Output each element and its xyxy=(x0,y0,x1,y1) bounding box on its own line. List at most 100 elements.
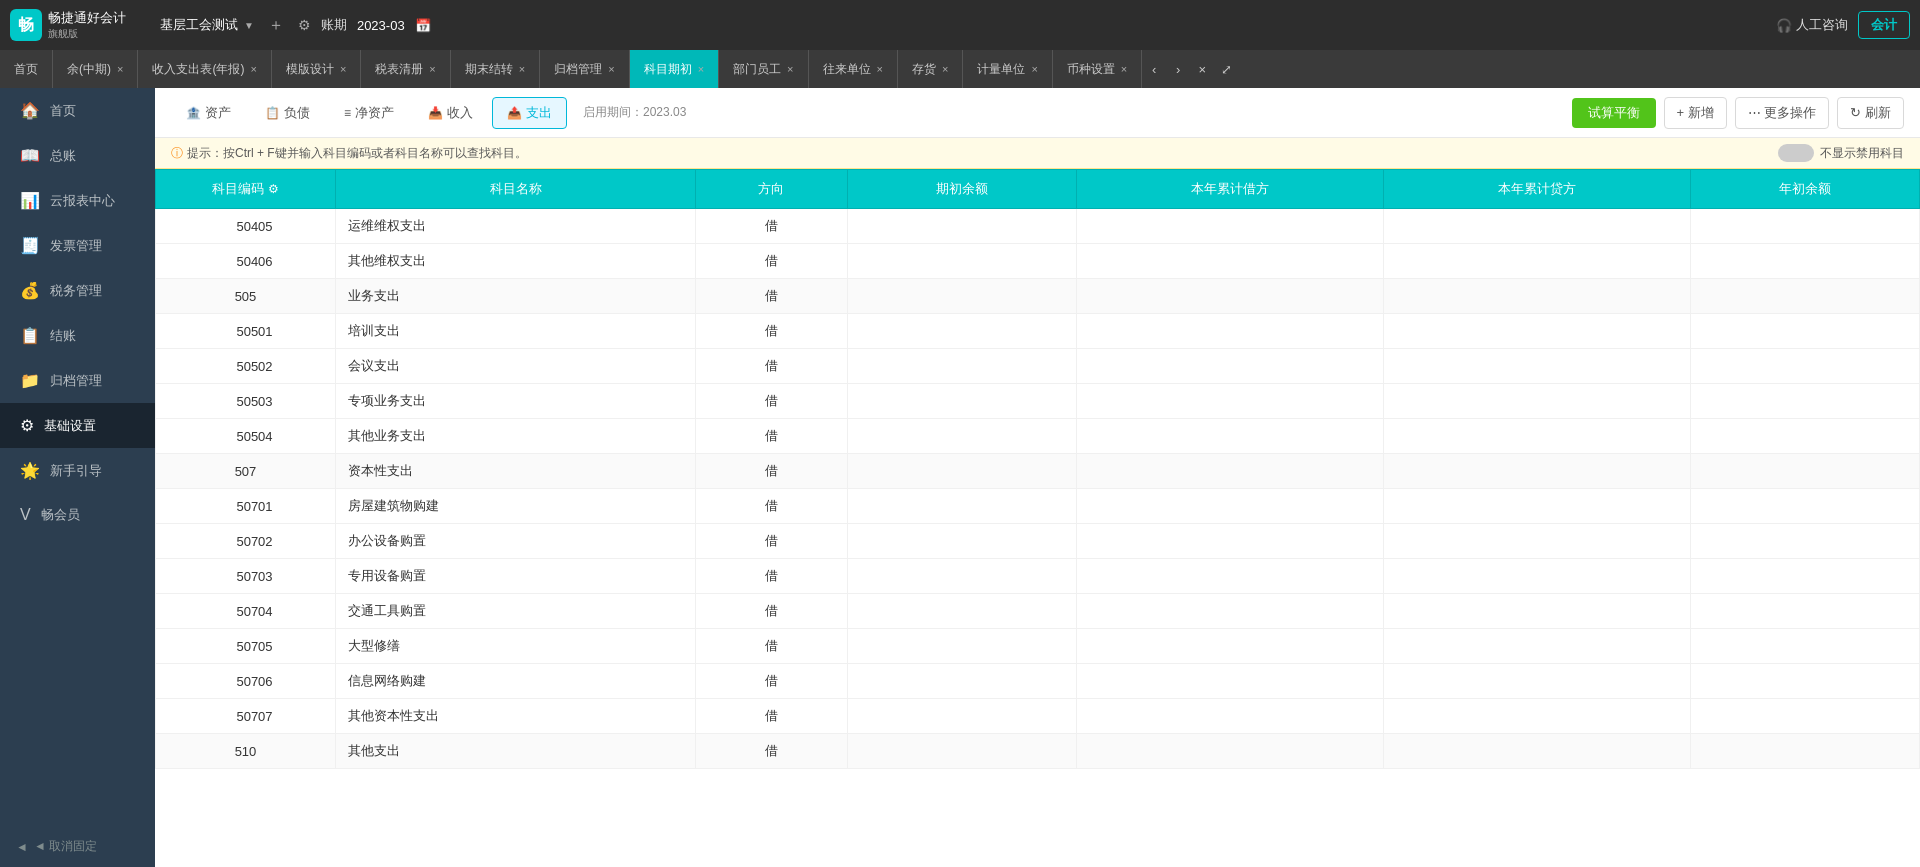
tab-archive_mgmt[interactable]: 归档管理× xyxy=(540,50,629,88)
sub-tab-net_asset[interactable]: ≡净资产 xyxy=(329,97,409,129)
sub-tab-income_tab[interactable]: 📥收入 xyxy=(413,97,488,129)
cell-direction-4: 借 xyxy=(696,349,848,384)
tab-subject_init[interactable]: 科目期初× xyxy=(630,50,719,88)
liability-tab-icon: 📋 xyxy=(265,106,280,120)
cell-opening_balance-4 xyxy=(847,349,1076,384)
column-settings-icon[interactable]: ⚙ xyxy=(268,182,279,196)
th-name: 科目名称 xyxy=(336,170,696,209)
tab-close-template[interactable]: × xyxy=(340,63,346,75)
tab-dept_staff[interactable]: 部门员工× xyxy=(719,50,808,88)
table-row[interactable]: 50503专项业务支出借 xyxy=(156,384,1920,419)
cell-year_opening-4 xyxy=(1690,349,1919,384)
table-row[interactable]: 50406其他维权支出借 xyxy=(156,244,1920,279)
user-role-button[interactable]: 会计 xyxy=(1858,11,1910,39)
cell-direction-12: 借 xyxy=(696,629,848,664)
tab-tax[interactable]: 税表清册× xyxy=(361,50,450,88)
tab-close-all-button[interactable]: × xyxy=(1190,50,1214,88)
table-row[interactable]: 50501培训支出借 xyxy=(156,314,1920,349)
table-row[interactable]: 50703专用设备购置借 xyxy=(156,559,1920,594)
sidebar-item-archive[interactable]: 📁归档管理 xyxy=(0,358,155,403)
cell-ytd_debit-7 xyxy=(1077,454,1384,489)
table-row[interactable]: 507资本性支出借 xyxy=(156,454,1920,489)
sub-tab-label-asset: 资产 xyxy=(205,104,231,122)
tab-next-button[interactable]: › xyxy=(1166,50,1190,88)
add-tab-button[interactable]: ＋ xyxy=(268,15,284,36)
cell-year_opening-7 xyxy=(1690,454,1919,489)
refresh-button[interactable]: ↻ 刷新 xyxy=(1837,97,1904,129)
table-row[interactable]: 50706信息网络购建借 xyxy=(156,664,1920,699)
sidebar-item-home[interactable]: 🏠首页 xyxy=(0,88,155,133)
tab-close-contacts[interactable]: × xyxy=(877,63,883,75)
sidebar-item-tax[interactable]: 💰税务管理 xyxy=(0,268,155,313)
sidebar-item-checkout[interactable]: 📋结账 xyxy=(0,313,155,358)
cell-name-10: 专用设备购置 xyxy=(336,559,696,594)
tab-home[interactable]: 首页 xyxy=(0,50,53,88)
toggle-disabled-subjects[interactable] xyxy=(1778,144,1814,162)
tab-template[interactable]: 模版设计× xyxy=(272,50,361,88)
sidebar-item-vip[interactable]: V畅会员 xyxy=(0,493,155,537)
ledger-icon: 📖 xyxy=(20,146,40,165)
sidebar-item-ledger[interactable]: 📖总账 xyxy=(0,133,155,178)
table-row[interactable]: 50405运维维权支出借 xyxy=(156,209,1920,244)
logo-text: 畅捷通好会计 旗舰版 xyxy=(48,9,126,41)
table-row[interactable]: 50707其他资本性支出借 xyxy=(156,699,1920,734)
table-row[interactable]: 50705大型修缮借 xyxy=(156,629,1920,664)
sub-tab-liability[interactable]: 📋负债 xyxy=(250,97,325,129)
tab-inventory[interactable]: 存货× xyxy=(898,50,963,88)
more-button[interactable]: ⋯ 更多操作 xyxy=(1735,97,1830,129)
company-selector[interactable]: 基层工会测试 ▼ xyxy=(160,16,254,34)
tab-close-currency[interactable]: × xyxy=(1121,63,1127,75)
support-button[interactable]: 🎧 人工咨询 xyxy=(1776,16,1848,34)
sidebar-item-guide[interactable]: 🌟新手引导 xyxy=(0,448,155,493)
tab-prev-button[interactable]: ‹ xyxy=(1142,50,1166,88)
tab-close-archive_mgmt[interactable]: × xyxy=(608,63,614,75)
sidebar-item-settings[interactable]: ⚙基础设置 xyxy=(0,403,155,448)
cell-direction-6: 借 xyxy=(696,419,848,454)
table-row[interactable]: 50704交通工具购置借 xyxy=(156,594,1920,629)
balance-button[interactable]: 试算平衡 xyxy=(1572,98,1656,128)
table-row[interactable]: 50702办公设备购置借 xyxy=(156,524,1920,559)
sidebar-collapse-button[interactable]: ◄ ◄ 取消固定 xyxy=(0,826,155,867)
cell-direction-7: 借 xyxy=(696,454,848,489)
settings-icon[interactable]: ⚙ xyxy=(298,17,311,33)
cell-ytd_debit-2 xyxy=(1077,279,1384,314)
cell-code-6: 50504 xyxy=(156,419,336,454)
cell-name-9: 办公设备购置 xyxy=(336,524,696,559)
table-row[interactable]: 510其他支出借 xyxy=(156,734,1920,769)
tab-close-subject_init[interactable]: × xyxy=(698,63,704,75)
cell-ytd_debit-14 xyxy=(1077,699,1384,734)
table-row[interactable]: 50502会议支出借 xyxy=(156,349,1920,384)
cell-year_opening-6 xyxy=(1690,419,1919,454)
tab-income[interactable]: 收入支出表(年报)× xyxy=(138,50,271,88)
table-row[interactable]: 50701房屋建筑物购建借 xyxy=(156,489,1920,524)
table-row[interactable]: 505业务支出借 xyxy=(156,279,1920,314)
tab-currency[interactable]: 币种设置× xyxy=(1053,50,1142,88)
th-ytd_debit: 本年累计借方 xyxy=(1077,170,1384,209)
add-button[interactable]: + 新增 xyxy=(1664,97,1727,129)
sub-tabs: 🏦资产📋负债≡净资产📥收入📤支出 xyxy=(171,97,567,129)
cell-ytd_credit-14 xyxy=(1383,699,1690,734)
sidebar-item-reports[interactable]: 📊云报表中心 xyxy=(0,178,155,223)
calendar-icon[interactable]: 📅 xyxy=(415,18,431,33)
cell-ytd_debit-1 xyxy=(1077,244,1384,279)
sub-tab-expense[interactable]: 📤支出 xyxy=(492,97,567,129)
tab-close-balance_mid[interactable]: × xyxy=(117,63,123,75)
sub-tab-label-net_asset: 净资产 xyxy=(355,104,394,122)
tab-balance_mid[interactable]: 余(中期)× xyxy=(53,50,138,88)
tab-close-period_end[interactable]: × xyxy=(519,63,525,75)
tab-contacts[interactable]: 往来单位× xyxy=(809,50,898,88)
sidebar-item-invoice[interactable]: 🧾发票管理 xyxy=(0,223,155,268)
tab-period_end[interactable]: 期末结转× xyxy=(451,50,540,88)
tab-expand-button[interactable]: ⤢ xyxy=(1214,50,1238,88)
sub-tab-asset[interactable]: 🏦资产 xyxy=(171,97,246,129)
cell-ytd_credit-10 xyxy=(1383,559,1690,594)
cell-code-3: 50501 xyxy=(156,314,336,349)
table-row[interactable]: 50504其他业务支出借 xyxy=(156,419,1920,454)
tab-close-income[interactable]: × xyxy=(250,63,256,75)
tab-unit[interactable]: 计量单位× xyxy=(963,50,1052,88)
cell-name-5: 专项业务支出 xyxy=(336,384,696,419)
tab-close-inventory[interactable]: × xyxy=(942,63,948,75)
tab-close-tax[interactable]: × xyxy=(429,63,435,75)
tab-close-dept_staff[interactable]: × xyxy=(787,63,793,75)
tab-close-unit[interactable]: × xyxy=(1031,63,1037,75)
